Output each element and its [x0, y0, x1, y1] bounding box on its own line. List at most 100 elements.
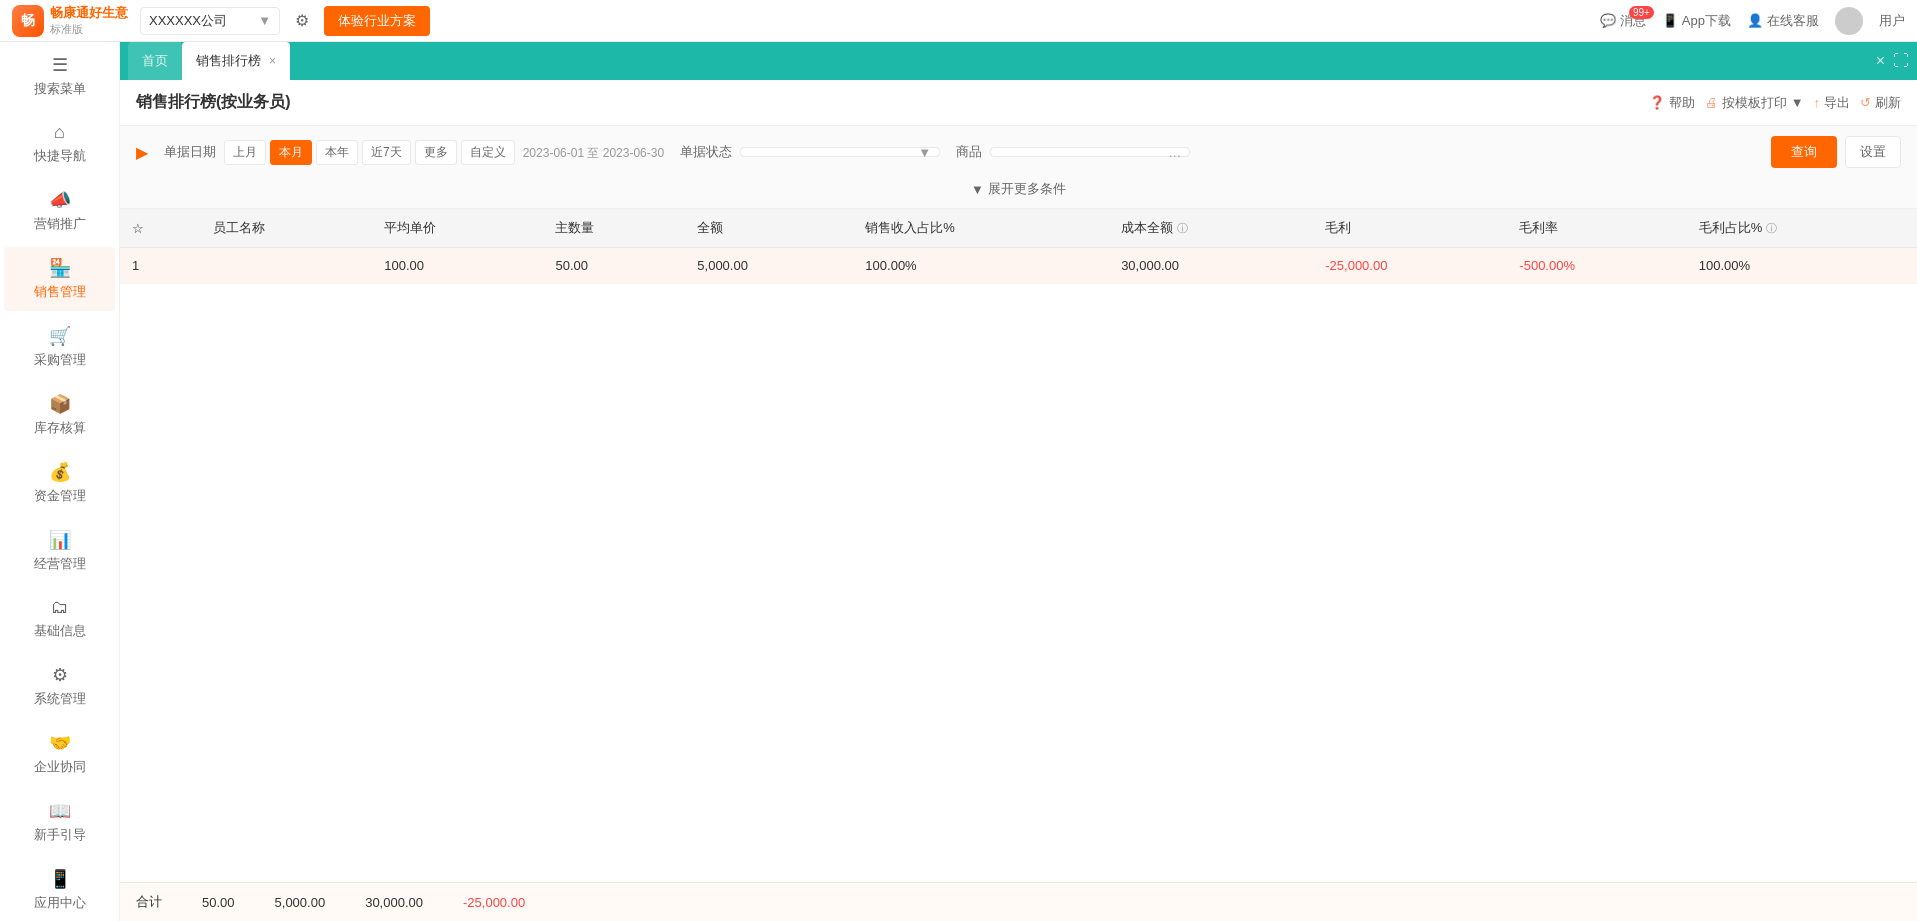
window-expand-button[interactable]: ⛶: [1893, 52, 1909, 70]
tab-bar-right: × ⛶: [1876, 52, 1909, 70]
data-table: ☆ 员工名称 平均单价 主数量: [120, 209, 1917, 284]
top-right-area: 💬 消息 99+ 📱 App下载 👤 在线客服 用户: [1600, 7, 1905, 35]
sidebar-item-quick-nav[interactable]: ⌂ 快捷导航: [4, 112, 115, 175]
system-icon: ⚙: [52, 664, 68, 686]
tab-home-label: 首页: [142, 52, 168, 70]
finance-icon: 💰: [49, 461, 71, 483]
sidebar-item-enterprise[interactable]: 🤝 企业协同: [4, 722, 115, 786]
sidebar-item-app-center[interactable]: 📱 应用中心: [4, 858, 115, 921]
sidebar-label-system: 系统管理: [34, 690, 86, 708]
sidebar-label-marketing: 营销推广: [34, 215, 86, 233]
sidebar-label-operations: 经营管理: [34, 555, 86, 573]
date-range-display: 2023-06-01 至 2023-06-30: [523, 145, 664, 162]
cell-gross-rate: -500.00%: [1507, 248, 1686, 284]
sidebar-item-purchase[interactable]: 🛒 采购管理: [4, 315, 115, 379]
sidebar-label-enterprise: 企业协同: [34, 758, 86, 776]
message-badge: 99+: [1629, 6, 1654, 19]
table-row: 1 100.00 50.00 5,000.00 100.00% 30,000.0…: [120, 248, 1917, 284]
tab-close-icon[interactable]: ×: [269, 54, 276, 68]
trial-button[interactable]: 体验行业方案: [324, 6, 430, 36]
table-footer: 合计 50.00 5,000.00 30,000.00 -25,000.00: [120, 882, 1917, 921]
inventory-icon: 📦: [49, 393, 71, 415]
company-selector[interactable]: XXXXXX公司 ▼: [140, 7, 280, 35]
sidebar-item-finance[interactable]: 💰 资金管理: [4, 451, 115, 515]
app-download-button[interactable]: 📱 App下载: [1662, 12, 1731, 30]
refresh-icon: ↺: [1860, 95, 1871, 110]
avatar[interactable]: [1835, 7, 1863, 35]
dropdown-arrow-icon: ▼: [258, 13, 271, 28]
date-buttons: 上月 本月 本年 近7天 更多 自定义: [224, 140, 515, 165]
guide-icon: 📖: [49, 800, 71, 822]
app-center-icon: 📱: [49, 868, 71, 890]
help-button[interactable]: ❓ 帮助: [1649, 94, 1695, 112]
sidebar-label-search: 搜索菜单: [34, 80, 86, 98]
date-btn-this-year[interactable]: 本年: [316, 140, 358, 165]
date-btn-7days[interactable]: 近7天: [362, 140, 411, 165]
filter-area: ▶ 单据日期 上月 本月 本年 近7天 更多 自定义 2023-06-01 至 …: [120, 126, 1917, 209]
table-wrapper: ☆ 员工名称 平均单价 主数量: [120, 209, 1917, 882]
gross-pct-info-icon[interactable]: ⓘ: [1766, 222, 1777, 234]
window-close-button[interactable]: ×: [1876, 52, 1885, 70]
sidebar: ☰ 搜索菜单 ⌂ 快捷导航 📣 营销推广 🏪 销售管理 🛒 采购管理 📦 库存核…: [0, 42, 120, 921]
cell-cost: 30,000.00: [1109, 248, 1313, 284]
goods-select[interactable]: …: [990, 147, 1190, 157]
cell-gross: -25,000.00: [1313, 248, 1507, 284]
expand-icon: ▼: [971, 182, 984, 197]
page-actions: ❓ 帮助 🖨 按模板打印 ▼ ↑ 导出 ↺ 刷新: [1649, 94, 1901, 112]
sidebar-label-quick-nav: 快捷导航: [34, 147, 86, 165]
export-button[interactable]: ↑ 导出: [1814, 94, 1851, 112]
logo: 畅 畅康通好生意 标准版: [12, 5, 132, 37]
app-title: 畅康通好生意: [50, 5, 128, 22]
message-button[interactable]: 💬 消息 99+: [1600, 12, 1646, 30]
refresh-button[interactable]: ↺ 刷新: [1860, 94, 1901, 112]
footer-cost: 30,000.00: [365, 895, 423, 910]
sidebar-label-finance: 资金管理: [34, 487, 86, 505]
sidebar-label-inventory: 库存核算: [34, 419, 86, 437]
tab-bar: 首页 销售排行榜 × × ⛶: [120, 42, 1917, 80]
col-amount: 全额: [685, 209, 853, 248]
date-btn-this-month[interactable]: 本月: [270, 140, 312, 165]
sidebar-item-marketing[interactable]: 📣 营销推广: [4, 179, 115, 243]
cost-info-icon[interactable]: ⓘ: [1177, 222, 1188, 234]
page-container: 销售排行榜(按业务员) ❓ 帮助 🖨 按模板打印 ▼ ↑ 导出: [120, 80, 1917, 921]
settings-button[interactable]: ⚙: [288, 7, 316, 35]
footer-qty: 50.00: [202, 895, 235, 910]
print-button[interactable]: 🖨 按模板打印 ▼: [1705, 94, 1804, 112]
service-icon: 👤: [1747, 13, 1763, 28]
filter-collapse-button[interactable]: ▶: [136, 143, 148, 162]
filter-settings-button[interactable]: 设置: [1845, 136, 1901, 168]
content-area: 首页 销售排行榜 × × ⛶ 销售排行榜(按业务员) ❓ 帮助: [120, 42, 1917, 921]
date-btn-more[interactable]: 更多: [415, 140, 457, 165]
sidebar-item-search[interactable]: ☰ 搜索菜单: [4, 44, 115, 108]
date-btn-custom[interactable]: 自定义: [461, 140, 515, 165]
sidebar-label-basic-info: 基础信息: [34, 622, 86, 640]
tab-sales-ranking[interactable]: 销售排行榜 ×: [182, 42, 290, 80]
star-icon: ☆: [132, 221, 144, 236]
status-select[interactable]: ▼: [740, 147, 940, 157]
company-name: XXXXXX公司: [149, 12, 227, 30]
online-service-button[interactable]: 👤 在线客服: [1747, 12, 1819, 30]
print-icon: 🖨: [1705, 95, 1718, 110]
col-avg-price: 平均单价: [372, 209, 543, 248]
sales-icon: 🏪: [49, 257, 71, 279]
cell-name: [201, 248, 372, 284]
cell-sales-pct: 100.00%: [853, 248, 1109, 284]
home-icon: ⌂: [54, 122, 65, 143]
sidebar-item-guide[interactable]: 📖 新手引导: [4, 790, 115, 854]
sidebar-item-basic-info[interactable]: 🗂 基础信息: [4, 587, 115, 650]
expand-label: 展开更多条件: [988, 180, 1066, 198]
tab-home[interactable]: 首页: [128, 42, 182, 80]
sidebar-item-operations[interactable]: 📊 经营管理: [4, 519, 115, 583]
date-filter-label: 单据日期: [164, 143, 216, 161]
username: 用户: [1879, 12, 1905, 30]
cell-amount: 5,000.00: [685, 248, 853, 284]
query-button[interactable]: 查询: [1771, 136, 1837, 168]
col-name: 员工名称: [201, 209, 372, 248]
footer-label: 合计: [136, 893, 162, 911]
expand-conditions-button[interactable]: ▼ 展开更多条件: [971, 180, 1066, 198]
top-bar: 畅 畅康通好生意 标准版 XXXXXX公司 ▼ ⚙ 体验行业方案 💬 消息 99…: [0, 0, 1917, 42]
sidebar-item-inventory[interactable]: 📦 库存核算: [4, 383, 115, 447]
date-btn-last-month[interactable]: 上月: [224, 140, 266, 165]
sidebar-item-system[interactable]: ⚙ 系统管理: [4, 654, 115, 718]
sidebar-item-sales[interactable]: 🏪 销售管理: [4, 247, 115, 311]
